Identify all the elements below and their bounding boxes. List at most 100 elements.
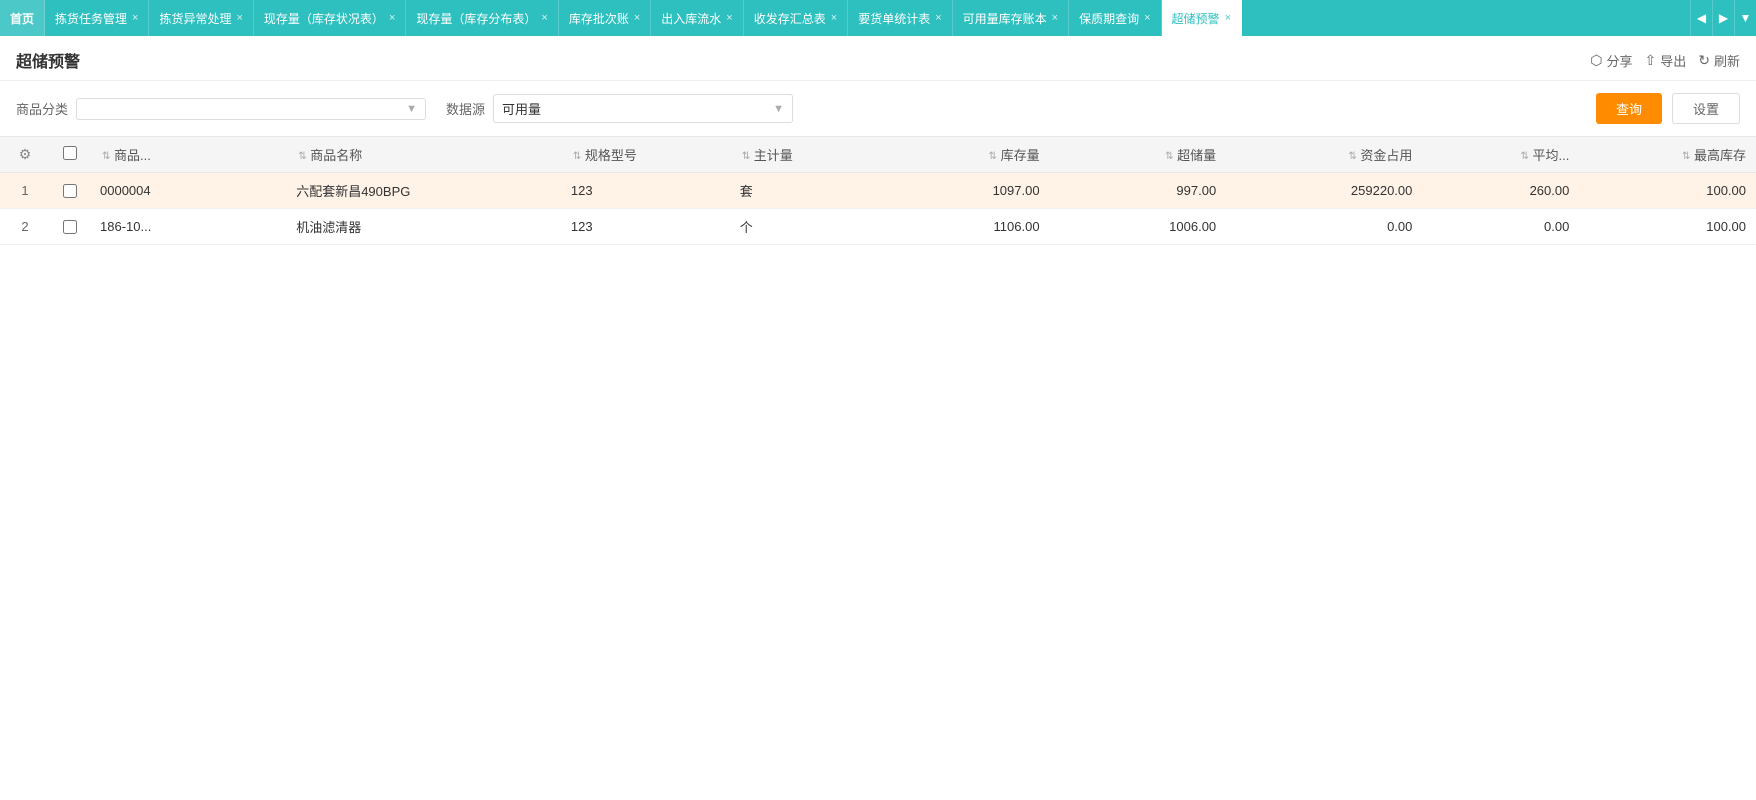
sort-icon-name: ⇅ bbox=[298, 151, 306, 162]
row-capital-0: 259220.00 bbox=[1226, 173, 1422, 209]
col-settings-header: ⚙ bbox=[0, 137, 50, 173]
nav-tab-order-stat[interactable]: 要货单统计表× bbox=[848, 0, 952, 36]
close-tab-stock-status[interactable]: × bbox=[389, 12, 395, 24]
share-button[interactable]: ⬡ 分享 bbox=[1590, 51, 1632, 70]
row-unit-0: 套 bbox=[730, 173, 873, 209]
row-over-1: 1006.00 bbox=[1050, 209, 1227, 245]
page-container: 超储预警 ⬡ 分享 ⇧ 导出 ↻ 刷新 商品分类 ▼ 数据源 bbox=[0, 36, 1756, 800]
close-tab-stock-dist[interactable]: × bbox=[541, 12, 547, 24]
table-row: 1 0000004 六配套新昌490BPG 123 套 1097.00 997.… bbox=[0, 173, 1756, 209]
nav-more-button[interactable]: ▼ bbox=[1734, 0, 1756, 36]
nav-tab-available[interactable]: 可用量库存账本× bbox=[953, 0, 1069, 36]
row-checkbox-0[interactable] bbox=[63, 184, 77, 198]
query-button[interactable]: 查询 bbox=[1596, 93, 1662, 124]
nav-tab-home[interactable]: 首页 bbox=[0, 0, 45, 36]
sort-icon-maxstock: ⇅ bbox=[1682, 151, 1690, 162]
settings-icon[interactable]: ⚙ bbox=[19, 146, 32, 162]
filter-buttons: 查询 设置 bbox=[1596, 93, 1740, 124]
table-header-row: ⚙ ⇅ 商品... ⇅ 商品名称 ⇅ 规格型号 bbox=[0, 137, 1756, 173]
row-num-0: 1 bbox=[0, 173, 50, 209]
refresh-button[interactable]: ↻ 刷新 bbox=[1698, 51, 1740, 70]
sort-icon-code: ⇅ bbox=[102, 151, 110, 162]
top-nav: 首页拣货任务管理×拣货异常处理×现存量（库存状况表）×现存量（库存分布表）×库存… bbox=[0, 0, 1756, 36]
close-tab-quality[interactable]: × bbox=[1144, 12, 1150, 24]
row-spec-1: 123 bbox=[561, 209, 730, 245]
row-num-1: 2 bbox=[0, 209, 50, 245]
category-dropdown-icon: ▼ bbox=[406, 103, 417, 115]
row-code-0: 0000004 bbox=[90, 173, 286, 209]
col-unit-header[interactable]: ⇅ 主计量 bbox=[730, 137, 873, 173]
table-container: ⚙ ⇅ 商品... ⇅ 商品名称 ⇅ 规格型号 bbox=[0, 136, 1756, 245]
row-checkbox-1[interactable] bbox=[63, 220, 77, 234]
nav-next-button[interactable]: ▶ bbox=[1712, 0, 1734, 36]
page-header: 超储预警 ⬡ 分享 ⇧ 导出 ↻ 刷新 bbox=[0, 36, 1756, 81]
sort-icon-avg: ⇅ bbox=[1520, 151, 1528, 162]
close-tab-available[interactable]: × bbox=[1052, 12, 1058, 24]
category-select[interactable]: ▼ bbox=[76, 98, 426, 120]
category-label: 商品分类 bbox=[16, 99, 68, 118]
col-code-header[interactable]: ⇅ 商品... bbox=[90, 137, 286, 173]
row-unit-1: 个 bbox=[730, 209, 873, 245]
col-maxstock-header[interactable]: ⇅ 最高库存 bbox=[1579, 137, 1756, 173]
refresh-icon: ↻ bbox=[1698, 52, 1710, 69]
close-tab-task[interactable]: × bbox=[132, 12, 138, 24]
col-spec-header[interactable]: ⇅ 规格型号 bbox=[561, 137, 730, 173]
sort-icon-unit: ⇅ bbox=[742, 151, 750, 162]
row-capital-1: 0.00 bbox=[1226, 209, 1422, 245]
nav-tab-inout[interactable]: 出入库流水× bbox=[651, 0, 743, 36]
row-avg-0: 260.00 bbox=[1422, 173, 1579, 209]
nav-tab-task[interactable]: 拣货任务管理× bbox=[45, 0, 149, 36]
export-icon: ⇧ bbox=[1645, 52, 1657, 69]
col-avg-header[interactable]: ⇅ 平均... bbox=[1422, 137, 1579, 173]
row-code-1: 186-10... bbox=[90, 209, 286, 245]
close-tab-batch[interactable]: × bbox=[634, 12, 640, 24]
col-capital-header[interactable]: ⇅ 资金占用 bbox=[1226, 137, 1422, 173]
col-checkbox-header bbox=[50, 137, 90, 173]
nav-arrows: ◀ ▶ ▼ bbox=[1690, 0, 1756, 36]
sort-icon-spec: ⇅ bbox=[573, 151, 581, 162]
page-title: 超储预警 bbox=[16, 48, 80, 72]
table-row: 2 186-10... 机油滤清器 123 个 1106.00 1006.00 … bbox=[0, 209, 1756, 245]
settings-button[interactable]: 设置 bbox=[1672, 93, 1740, 124]
nav-tab-stock-status[interactable]: 现存量（库存状况表）× bbox=[254, 0, 406, 36]
category-filter-group: 商品分类 ▼ bbox=[16, 98, 426, 120]
close-tab-exception[interactable]: × bbox=[236, 12, 242, 24]
share-icon: ⬡ bbox=[1590, 52, 1602, 69]
row-name-0: 六配套新昌490BPG bbox=[286, 173, 561, 209]
datasource-select-value: 可用量 bbox=[502, 99, 541, 118]
sort-icon-capital: ⇅ bbox=[1348, 151, 1356, 162]
nav-tab-quality[interactable]: 保质期查询× bbox=[1069, 0, 1161, 36]
nav-tab-overstock[interactable]: 超储预警× bbox=[1162, 0, 1242, 36]
row-over-0: 997.00 bbox=[1050, 173, 1227, 209]
close-tab-inout[interactable]: × bbox=[726, 12, 732, 24]
close-tab-overstock[interactable]: × bbox=[1225, 12, 1231, 24]
col-over-header[interactable]: ⇅ 超储量 bbox=[1050, 137, 1227, 173]
nav-prev-button[interactable]: ◀ bbox=[1690, 0, 1712, 36]
select-all-checkbox[interactable] bbox=[63, 146, 77, 160]
row-stock-0: 1097.00 bbox=[873, 173, 1050, 209]
nav-tab-stock-dist[interactable]: 现存量（库存分布表）× bbox=[406, 0, 558, 36]
row-maxstock-0: 100.00 bbox=[1579, 173, 1756, 209]
nav-tab-batch[interactable]: 库存批次账× bbox=[559, 0, 651, 36]
header-actions: ⬡ 分享 ⇧ 导出 ↻ 刷新 bbox=[1590, 51, 1740, 70]
datasource-filter-group: 数据源 可用量 ▼ bbox=[446, 94, 793, 123]
row-spec-0: 123 bbox=[561, 173, 730, 209]
row-checkbox-cell-1 bbox=[50, 209, 90, 245]
close-tab-collect[interactable]: × bbox=[831, 12, 837, 24]
datasource-label: 数据源 bbox=[446, 99, 485, 118]
row-checkbox-cell-0 bbox=[50, 173, 90, 209]
row-avg-1: 0.00 bbox=[1422, 209, 1579, 245]
row-stock-1: 1106.00 bbox=[873, 209, 1050, 245]
close-tab-order-stat[interactable]: × bbox=[935, 12, 941, 24]
filter-area: 商品分类 ▼ 数据源 可用量 ▼ 查询 设置 bbox=[0, 81, 1756, 136]
datasource-select[interactable]: 可用量 ▼ bbox=[493, 94, 793, 123]
export-button[interactable]: ⇧ 导出 bbox=[1645, 51, 1687, 70]
nav-tab-collect[interactable]: 收发存汇总表× bbox=[744, 0, 848, 36]
data-table: ⚙ ⇅ 商品... ⇅ 商品名称 ⇅ 规格型号 bbox=[0, 136, 1756, 245]
nav-tab-exception[interactable]: 拣货异常处理× bbox=[149, 0, 253, 36]
row-name-1: 机油滤清器 bbox=[286, 209, 561, 245]
col-name-header[interactable]: ⇅ 商品名称 bbox=[286, 137, 561, 173]
col-stock-header[interactable]: ⇅ 库存量 bbox=[873, 137, 1050, 173]
row-maxstock-1: 100.00 bbox=[1579, 209, 1756, 245]
sort-icon-stock: ⇅ bbox=[989, 151, 997, 162]
